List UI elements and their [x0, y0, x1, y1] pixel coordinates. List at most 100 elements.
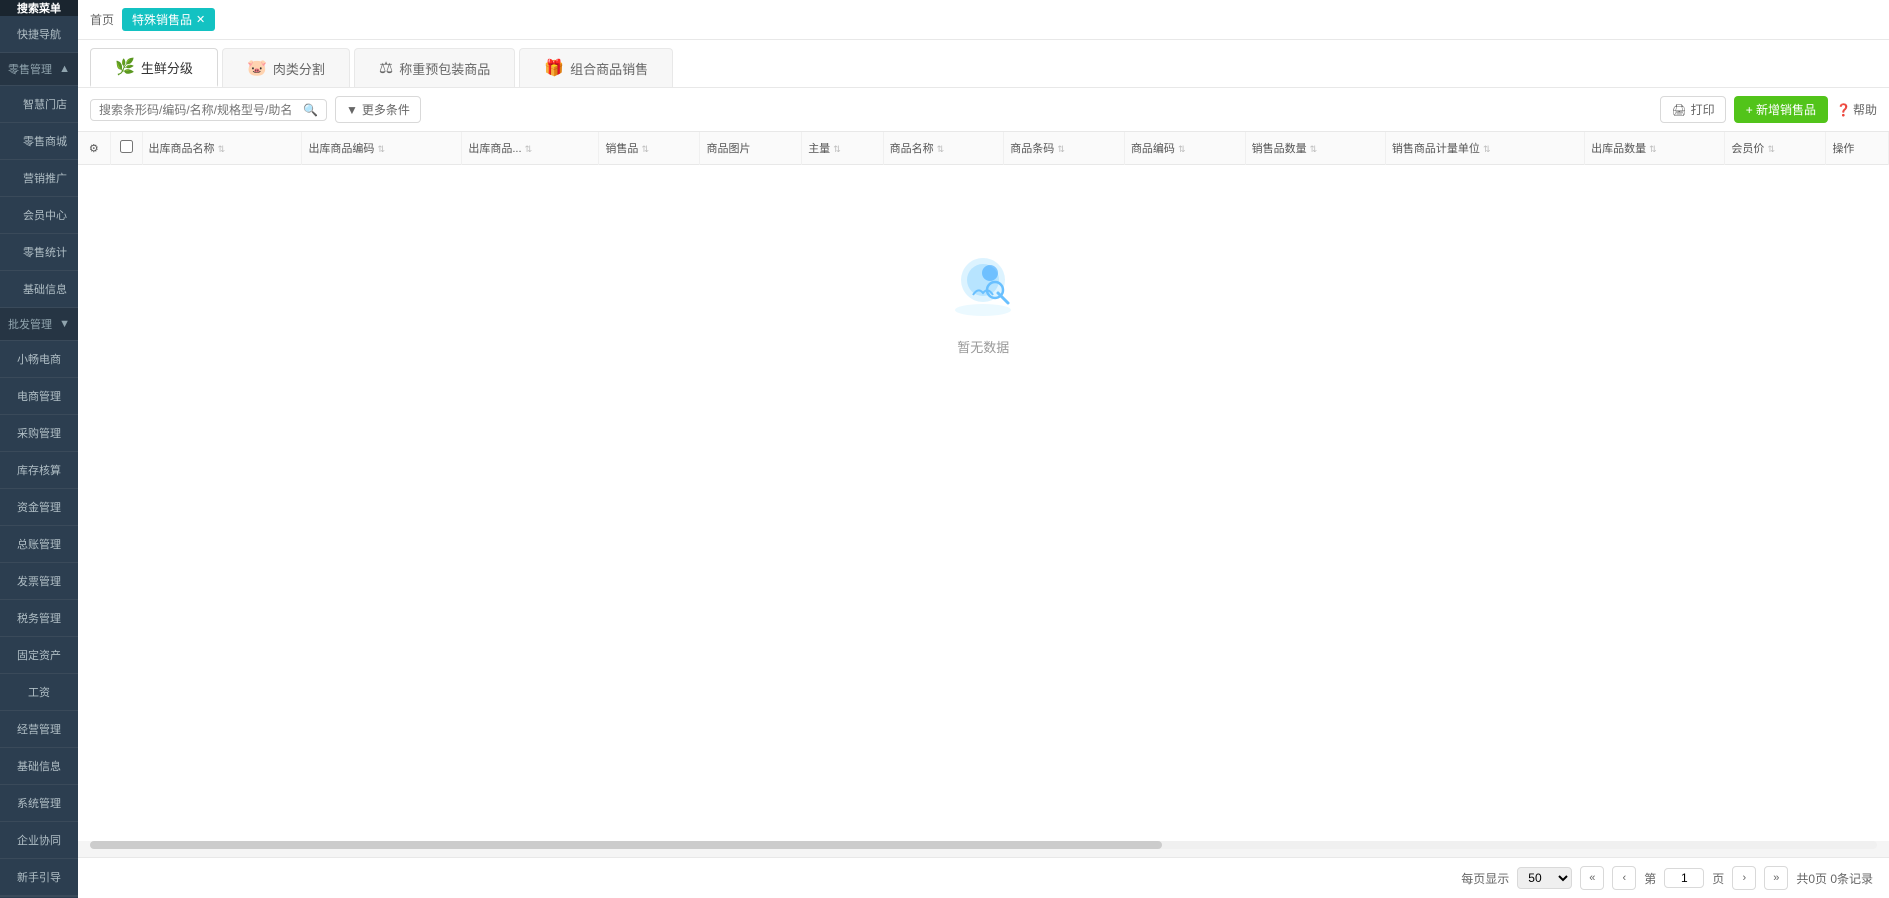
- col-sale-item: 销售品 ⇅: [599, 132, 700, 165]
- empty-illustration: [943, 245, 1023, 325]
- per-page-select[interactable]: 50 20 100: [1517, 867, 1572, 889]
- tab-combo[interactable]: 🎁 组合商品销售: [519, 48, 673, 87]
- data-table: ⚙ 出库商品名称 ⇅ 出库商品编码 ⇅ 出库商品... ⇅: [78, 132, 1889, 436]
- sidebar-item-retail-mgmt[interactable]: 零售管理 ▲: [0, 53, 78, 86]
- main-content: 首页 特殊销售品 ✕ 🌿 生鲜分级 🐷 肉类分割 ⚖ 称重预包装商品 🎁 组合商…: [78, 0, 1889, 898]
- breadcrumb-current[interactable]: 特殊销售品 ✕: [122, 8, 215, 31]
- sidebar-item-base-info-2[interactable]: 基础信息: [0, 748, 78, 785]
- sort-icon[interactable]: ⇅: [937, 144, 945, 154]
- breadcrumb-close-icon[interactable]: ✕: [196, 13, 205, 26]
- col-out-code: 出库商品编码 ⇅: [302, 132, 462, 165]
- fresh-icon: 🌿: [115, 57, 135, 77]
- sort-icon[interactable]: ⇅: [1649, 144, 1657, 154]
- filter-button[interactable]: ▼ 更多条件: [335, 96, 421, 123]
- pagination-bar: 每页显示 50 20 100 « ‹ 第 页 › » 共0页 0条记录: [78, 857, 1889, 898]
- col-sale-qty: 销售品数量 ⇅: [1245, 132, 1385, 165]
- page-input[interactable]: [1664, 868, 1704, 888]
- empty-text: 暂无数据: [957, 337, 1009, 356]
- sidebar-item-marketing[interactable]: 营销推广: [0, 160, 78, 197]
- col-img: 商品图片: [700, 132, 802, 165]
- col-member-price: 会员价 ⇅: [1725, 132, 1826, 165]
- toolbar-right: 🖨 打印 + 新增销售品 ❓ 帮助: [1660, 96, 1877, 123]
- sort-icon[interactable]: ⇅: [1483, 144, 1491, 154]
- sort-icon[interactable]: ⇅: [1310, 144, 1318, 154]
- page-label-prefix: 第: [1644, 870, 1656, 887]
- search-icon[interactable]: 🔍: [303, 103, 318, 117]
- sidebar-item-system[interactable]: 系统管理: [0, 785, 78, 822]
- table-container: ⚙ 出库商品名称 ⇅ 出库商品编码 ⇅ 出库商品... ⇅: [78, 132, 1889, 841]
- sidebar: 搜索菜单 快捷导航 零售管理 ▲ 智慧门店 零售商城 营销推广 会员中心 零售统…: [0, 0, 78, 898]
- sidebar-item-salary[interactable]: 工资: [0, 674, 78, 711]
- sort-icon[interactable]: ⇅: [525, 144, 533, 154]
- sort-icon[interactable]: ⇅: [833, 144, 841, 154]
- combo-icon: 🎁: [544, 58, 564, 78]
- sidebar-item-base-info-1[interactable]: 基础信息: [0, 271, 78, 308]
- sidebar-logo: 搜索菜单: [0, 0, 78, 16]
- total-label: 共0页 0条记录: [1796, 870, 1873, 887]
- sort-icon[interactable]: ⇅: [1057, 144, 1065, 154]
- sidebar-item-newbie[interactable]: 新手引导: [0, 859, 78, 896]
- sort-icon[interactable]: ⇅: [378, 144, 386, 154]
- sidebar-item-invoice[interactable]: 发票管理: [0, 563, 78, 600]
- tab-fresh[interactable]: 🌿 生鲜分级: [90, 48, 218, 87]
- sidebar-item-member[interactable]: 会员中心: [0, 197, 78, 234]
- help-button[interactable]: ❓ 帮助: [1836, 101, 1877, 118]
- tab-row: 🌿 生鲜分级 🐷 肉类分割 ⚖ 称重预包装商品 🎁 组合商品销售: [78, 40, 1889, 88]
- sidebar-item-finance[interactable]: 资金管理: [0, 489, 78, 526]
- meat-icon: 🐷: [247, 58, 267, 78]
- sort-icon[interactable]: ⇅: [1767, 144, 1775, 154]
- next-page-btn[interactable]: ›: [1732, 866, 1756, 890]
- sidebar-item-fixed-assets[interactable]: 固定资产: [0, 637, 78, 674]
- tab-weight[interactable]: ⚖ 称重预包装商品: [354, 48, 515, 87]
- col-out-qty: 出库品数量 ⇅: [1585, 132, 1725, 165]
- col-out-spec: 出库商品... ⇅: [462, 132, 599, 165]
- sidebar-item-retail-stats[interactable]: 零售统计: [0, 234, 78, 271]
- empty-state: 暂无数据: [78, 165, 1889, 436]
- help-icon: ❓: [1836, 103, 1851, 117]
- col-out-name: 出库商品名称 ⇅: [142, 132, 302, 165]
- scrollbar-thumb: [90, 841, 1162, 849]
- search-wrapper: 🔍: [90, 99, 327, 121]
- print-icon: 🖨: [1671, 103, 1686, 117]
- sort-icon[interactable]: ⇅: [1178, 144, 1186, 154]
- sidebar-item-smart-store[interactable]: 智慧门店: [0, 86, 78, 123]
- sidebar-item-quicknav[interactable]: 快捷导航: [0, 16, 78, 53]
- col-goods-code: 商品编码 ⇅: [1124, 132, 1245, 165]
- sidebar-item-ecommerce[interactable]: 小畅电商: [0, 341, 78, 378]
- prev-page-btn[interactable]: ‹: [1612, 866, 1636, 890]
- sidebar-item-wholesale[interactable]: 批发管理 ▼: [0, 308, 78, 341]
- col-action: 操作: [1826, 132, 1889, 165]
- print-button[interactable]: 🖨 打印: [1660, 96, 1725, 123]
- sort-icon[interactable]: ⇅: [641, 144, 649, 154]
- breadcrumb-home[interactable]: 首页: [90, 11, 114, 28]
- sidebar-item-inventory[interactable]: 库存核算: [0, 452, 78, 489]
- horizontal-scrollbar[interactable]: [90, 841, 1877, 849]
- col-unit: 销售商品计量单位 ⇅: [1385, 132, 1584, 165]
- search-input[interactable]: [99, 103, 299, 117]
- sidebar-item-purchase[interactable]: 采购管理: [0, 415, 78, 452]
- sidebar-item-retail-mall[interactable]: 零售商城: [0, 123, 78, 160]
- col-goods-name: 商品名称 ⇅: [883, 132, 1004, 165]
- col-barcode: 商品条码 ⇅: [1004, 132, 1125, 165]
- add-button[interactable]: + 新增销售品: [1734, 96, 1828, 123]
- top-bar: 首页 特殊销售品 ✕: [78, 0, 1889, 40]
- per-page-label: 每页显示: [1461, 870, 1509, 887]
- sidebar-item-ledger[interactable]: 总账管理: [0, 526, 78, 563]
- tab-meat[interactable]: 🐷 肉类分割: [222, 48, 350, 87]
- col-main: 主量 ⇅: [802, 132, 883, 165]
- sidebar-item-biz-mgmt[interactable]: 经营管理: [0, 711, 78, 748]
- select-all-checkbox[interactable]: [120, 140, 133, 153]
- page-label-suffix: 页: [1712, 870, 1724, 887]
- first-page-btn[interactable]: «: [1580, 866, 1604, 890]
- col-settings[interactable]: ⚙: [78, 132, 110, 165]
- sidebar-item-ecom-mgmt[interactable]: 电商管理: [0, 378, 78, 415]
- sidebar-item-enterprise[interactable]: 企业协同: [0, 822, 78, 859]
- toolbar: 🔍 ▼ 更多条件 🖨 打印 + 新增销售品 ❓ 帮助: [78, 88, 1889, 132]
- weight-icon: ⚖: [379, 58, 393, 78]
- last-page-btn[interactable]: »: [1764, 866, 1788, 890]
- filter-icon: ▼: [346, 103, 358, 117]
- sort-icon[interactable]: ⇅: [218, 144, 226, 154]
- col-checkbox[interactable]: [110, 132, 142, 165]
- page-area: 🌿 生鲜分级 🐷 肉类分割 ⚖ 称重预包装商品 🎁 组合商品销售 🔍: [78, 40, 1889, 898]
- sidebar-item-tax[interactable]: 税务管理: [0, 600, 78, 637]
